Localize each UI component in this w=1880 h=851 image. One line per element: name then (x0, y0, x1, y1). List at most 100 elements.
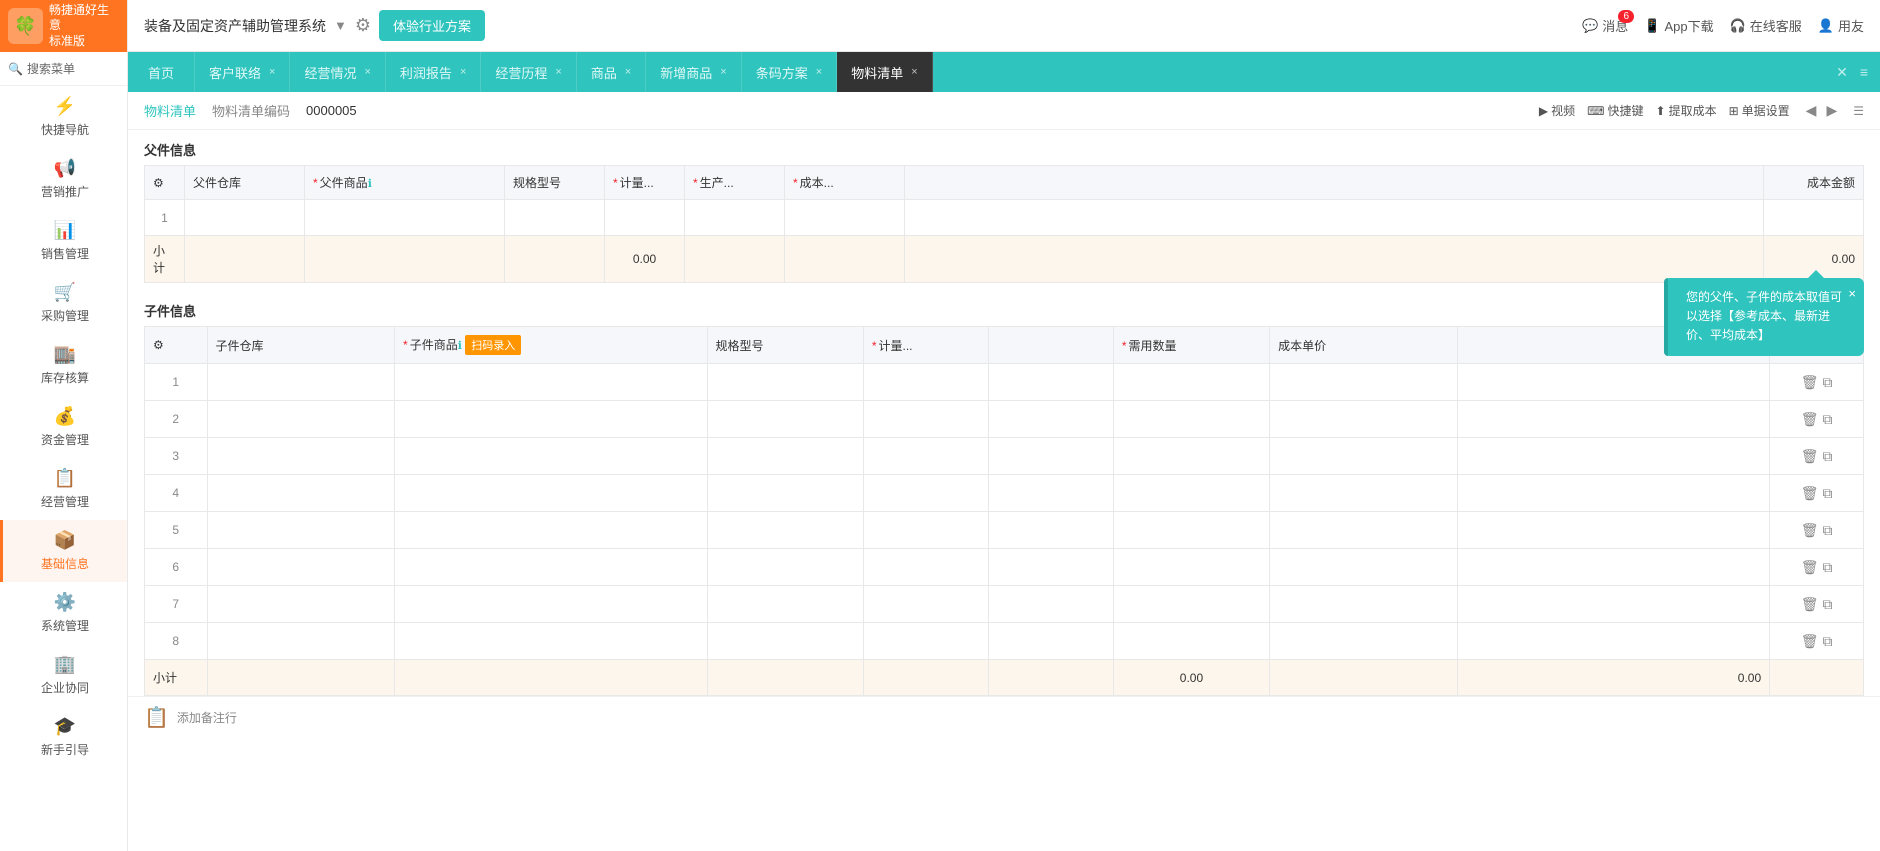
sidebar-item-sales[interactable]: 📊 销售管理 (0, 210, 127, 272)
parent-cell-spec-1[interactable] (505, 200, 605, 236)
child-cell-spec-4[interactable] (707, 475, 863, 512)
sidebar-item-system[interactable]: ⚙️ 系统管理 (0, 582, 127, 644)
sidebar-item-guide[interactable]: 🎓 新手引导 (0, 706, 127, 768)
parent-cell-goods-1[interactable] (305, 200, 505, 236)
tab-newgoods[interactable]: 新增商品 × (646, 52, 741, 92)
child-cell-amount-7[interactable] (1457, 586, 1770, 623)
tab-customer[interactable]: 客户联络 × (195, 52, 290, 92)
parent-cell-prod-1[interactable] (685, 200, 785, 236)
user-menu-button[interactable]: 👤 用友 (1818, 16, 1864, 35)
child-cell-amount-4[interactable] (1457, 475, 1770, 512)
extract-cost-button[interactable]: ⬆ 提取成本 (1656, 102, 1717, 119)
tab-home[interactable]: 首页 (128, 52, 195, 92)
child-cell-qty-4[interactable] (1113, 475, 1269, 512)
child-cell-spec-1[interactable] (707, 364, 863, 401)
settings-icon[interactable]: ⚙ (355, 15, 371, 36)
child-cell-amount-3[interactable] (1457, 438, 1770, 475)
search-menu-item[interactable]: 🔍 搜索菜单 (0, 52, 127, 86)
tab-customer-close[interactable]: × (269, 66, 275, 78)
tab-bom-close[interactable]: × (911, 66, 917, 78)
child-cell-spec-7[interactable] (707, 586, 863, 623)
add-row-icon[interactable]: 📋 (144, 705, 169, 730)
child-cell-unit-7[interactable] (863, 586, 988, 623)
child-cell-spec-6[interactable] (707, 549, 863, 586)
scan-input-button[interactable]: 扫码录入 (465, 335, 521, 355)
tab-goods[interactable]: 商品 × (577, 52, 646, 92)
delete-row-icon-4[interactable]: 🗑 (1801, 485, 1819, 502)
copy-row-icon-2[interactable]: ⧉ (1822, 411, 1832, 428)
parent-cell-unit-1[interactable] (605, 200, 685, 236)
sidebar-item-operations[interactable]: 📋 经营管理 (0, 458, 127, 520)
copy-row-icon-4[interactable]: ⧉ (1822, 485, 1832, 502)
child-cell-unitcost-6[interactable] (1270, 549, 1458, 586)
single-settings-button[interactable]: ⊞ 单据设置 (1729, 102, 1790, 119)
add-row-text[interactable]: 添加备注行 (177, 709, 237, 726)
sidebar-item-quicknav[interactable]: ⚡ 快捷导航 (0, 86, 127, 148)
nav-prev-button[interactable]: ◀ (1802, 100, 1821, 121)
child-cell-unitcost-2[interactable] (1270, 401, 1458, 438)
online-service-button[interactable]: 🎧 在线客服 (1730, 16, 1802, 35)
nav-next-button[interactable]: ▶ (1822, 100, 1841, 121)
child-cell-spec-5[interactable] (707, 512, 863, 549)
tab-profit-close[interactable]: × (460, 66, 466, 78)
child-cell-unit-3[interactable] (863, 438, 988, 475)
sidebar-item-finance[interactable]: 💰 资金管理 (0, 396, 127, 458)
child-cell-qty-7[interactable] (1113, 586, 1269, 623)
child-cell-unitcost-5[interactable] (1270, 512, 1458, 549)
child-cell-goods-1[interactable] (395, 364, 708, 401)
tab-bom[interactable]: 物料清单 × (837, 52, 932, 92)
delete-row-icon-5[interactable]: 🗑 (1801, 522, 1819, 539)
child-cell-unitcost-3[interactable] (1270, 438, 1458, 475)
child-cell-qty-2[interactable] (1113, 401, 1269, 438)
sidebar-item-marketing[interactable]: 📢 营销推广 (0, 148, 127, 210)
child-cell-amount-2[interactable] (1457, 401, 1770, 438)
child-cell-goods-6[interactable] (395, 549, 708, 586)
delete-row-icon-8[interactable]: 🗑 (1801, 633, 1819, 650)
child-cell-unitcost-4[interactable] (1270, 475, 1458, 512)
copy-row-icon-1[interactable]: ⧉ (1822, 374, 1832, 391)
child-cell-unit-6[interactable] (863, 549, 988, 586)
child-cell-unit-8[interactable] (863, 623, 988, 660)
child-cell-spec-2[interactable] (707, 401, 863, 438)
video-button[interactable]: ▶ 视频 (1539, 102, 1575, 119)
parent-cell-warehouse-1[interactable] (185, 200, 305, 236)
copy-row-icon-7[interactable]: ⧉ (1822, 596, 1832, 613)
child-cell-goods-3[interactable] (395, 438, 708, 475)
child-cell-amount-5[interactable] (1457, 512, 1770, 549)
child-cell-unitcost-7[interactable] (1270, 586, 1458, 623)
copy-row-icon-8[interactable]: ⧉ (1822, 633, 1832, 650)
child-cell-amount-1[interactable] (1457, 364, 1770, 401)
tab-barcode[interactable]: 条码方案 × (742, 52, 837, 92)
copy-row-icon-3[interactable]: ⧉ (1822, 448, 1832, 465)
parent-cell-cost-1[interactable] (785, 200, 905, 236)
child-cell-goods-5[interactable] (395, 512, 708, 549)
child-cell-unit-2[interactable] (863, 401, 988, 438)
child-cell-spec-3[interactable] (707, 438, 863, 475)
dropdown-arrow-icon[interactable]: ▼ (334, 18, 347, 33)
child-cell-goods-8[interactable] (395, 623, 708, 660)
tab-menu-icon[interactable]: ≡ (1856, 64, 1872, 80)
sidebar-item-purchase[interactable]: 🛒 采购管理 (0, 272, 127, 334)
child-cell-warehouse-5[interactable] (207, 512, 395, 549)
try-industry-button[interactable]: 体验行业方案 (379, 10, 485, 41)
child-cell-warehouse-8[interactable] (207, 623, 395, 660)
tab-newgoods-close[interactable]: × (720, 66, 726, 78)
tab-barcode-close[interactable]: × (816, 66, 822, 78)
tab-goods-close[interactable]: × (625, 66, 631, 78)
child-cell-qty-1[interactable] (1113, 364, 1269, 401)
child-cell-amount-8[interactable] (1457, 623, 1770, 660)
child-cell-unit-4[interactable] (863, 475, 988, 512)
child-cell-warehouse-1[interactable] (207, 364, 395, 401)
child-cell-qty-8[interactable] (1113, 623, 1269, 660)
child-cell-warehouse-6[interactable] (207, 549, 395, 586)
child-cell-warehouse-7[interactable] (207, 586, 395, 623)
delete-row-icon-1[interactable]: 🗑 (1801, 374, 1819, 391)
delete-row-icon-6[interactable]: 🗑 (1801, 559, 1819, 576)
child-cell-qty-6[interactable] (1113, 549, 1269, 586)
child-cell-goods-4[interactable] (395, 475, 708, 512)
sidebar-item-inventory[interactable]: 🏬 库存核算 (0, 334, 127, 396)
tab-history-close[interactable]: × (555, 66, 561, 78)
tab-history[interactable]: 经营历程 × (481, 52, 576, 92)
child-cell-spec-8[interactable] (707, 623, 863, 660)
more-icon[interactable]: ☰ (1853, 104, 1864, 118)
